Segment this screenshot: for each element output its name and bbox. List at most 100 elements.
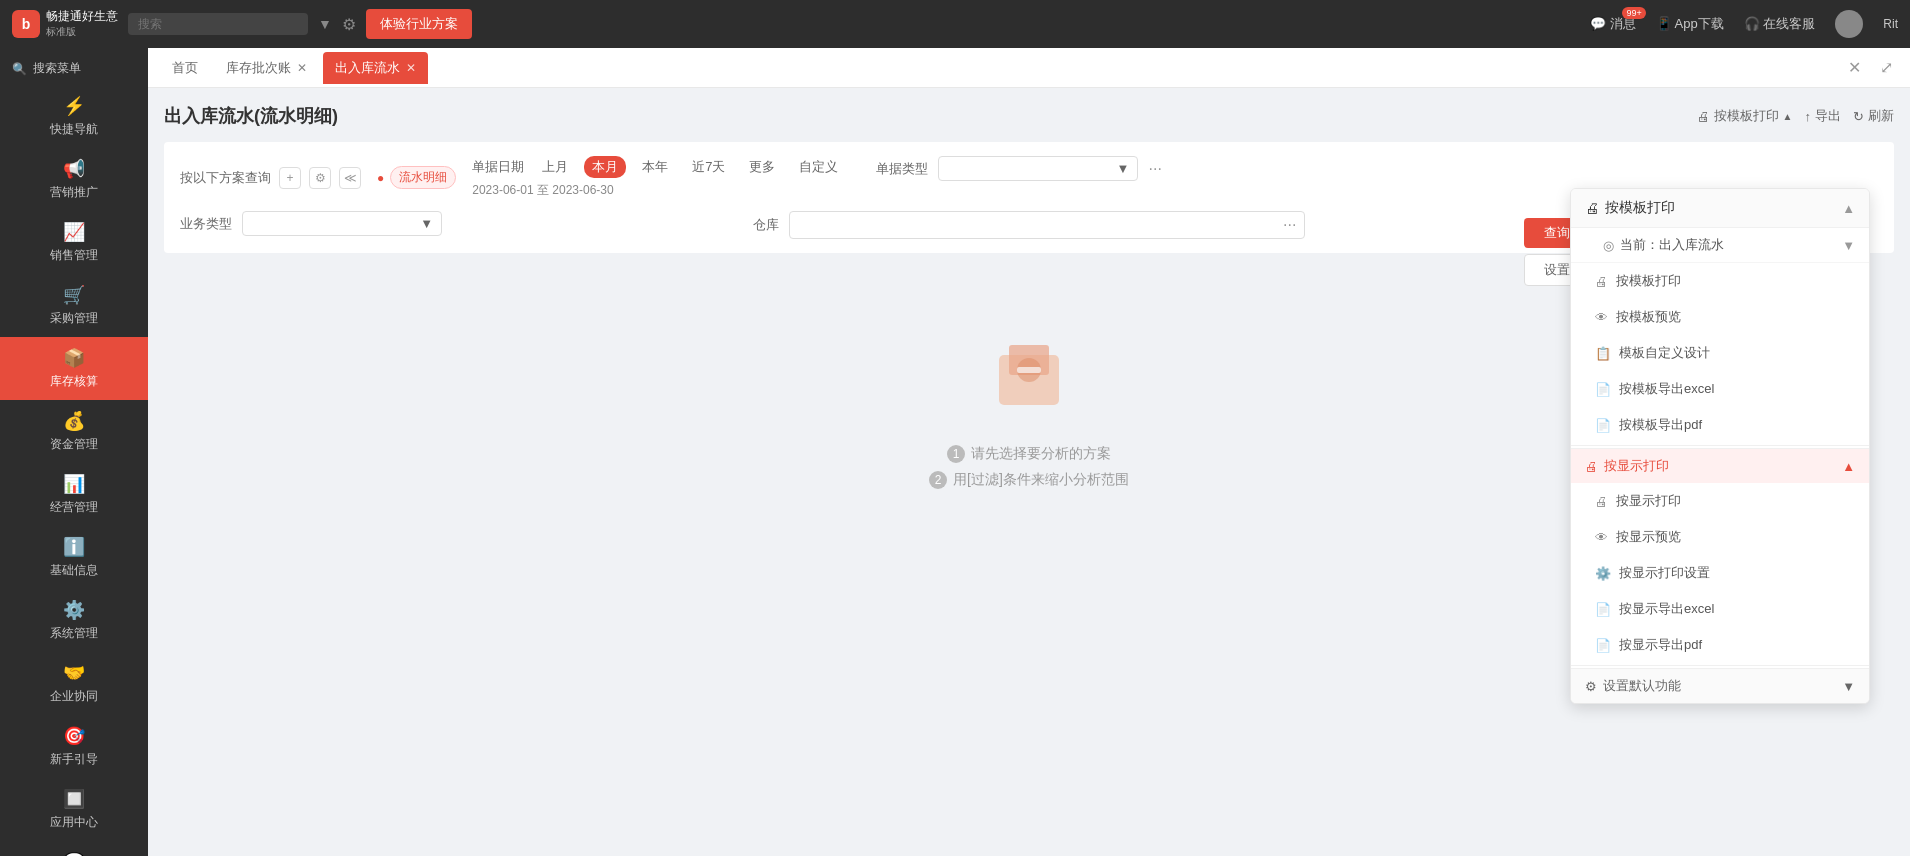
tab-batch-account[interactable]: 库存批次账 ✕ bbox=[214, 52, 319, 84]
warehouse-label: 仓库 bbox=[753, 216, 779, 234]
date-tab-last-7-days[interactable]: 近7天 bbox=[684, 156, 733, 178]
dropdown-display-print-settings[interactable]: ⚙️ 按显示打印设置 bbox=[1571, 555, 1869, 591]
dropdown-template-preview[interactable]: 👁 按模板预览 bbox=[1571, 299, 1869, 335]
message-btn[interactable]: 💬 消息 99+ bbox=[1590, 15, 1636, 33]
tab-inout-flow[interactable]: 出入库流水 ✕ bbox=[323, 52, 428, 84]
avatar[interactable] bbox=[1835, 10, 1863, 38]
sidebar-item-finance[interactable]: 💰 资金管理 bbox=[0, 400, 148, 463]
export-btn[interactable]: ↑ 导出 bbox=[1805, 107, 1842, 125]
marketing-icon: 📢 bbox=[63, 158, 85, 180]
search-type-tag: 流水明细 bbox=[390, 166, 456, 189]
dropdown-display-section-header[interactable]: 🖨 按显示打印 ▲ bbox=[1571, 448, 1869, 483]
search-icon: 🔍 bbox=[12, 62, 27, 76]
export-icon: ↑ bbox=[1805, 109, 1812, 124]
sidebar-item-operations[interactable]: 📊 经营管理 bbox=[0, 463, 148, 526]
sidebar: 🔍 搜索菜单 ⚡ 快捷导航 📢 营销推广 📈 销售管理 🛒 采购管理 📦 库存核… bbox=[0, 48, 148, 856]
window-close-btn[interactable]: ✕ bbox=[1842, 56, 1866, 80]
search-dropdown-icon[interactable]: ▼ bbox=[318, 16, 332, 32]
display-pdf-icon: 📄 bbox=[1595, 638, 1611, 653]
current-indicator-icon: ◎ bbox=[1603, 238, 1614, 253]
page-header: 出入库流水(流水明细) 🖨 按模板打印 ▲ ↑ 导出 ↻ 刷新 bbox=[164, 104, 1894, 128]
sidebar-item-basic-info[interactable]: ℹ️ 基础信息 bbox=[0, 526, 148, 589]
dropdown-template-export-excel[interactable]: 📄 按模板导出excel bbox=[1571, 371, 1869, 407]
date-tab-more[interactable]: 更多 bbox=[741, 156, 783, 178]
dropdown-footer-settings[interactable]: ⚙ 设置默认功能 ▼ bbox=[1571, 668, 1869, 703]
doc-type-label: 单据类型 bbox=[876, 160, 928, 178]
page-header-actions: 🖨 按模板打印 ▲ ↑ 导出 ↻ 刷新 bbox=[1697, 107, 1894, 125]
display-excel-icon: 📄 bbox=[1595, 602, 1611, 617]
print-template-btn[interactable]: 🖨 按模板打印 ▲ bbox=[1697, 107, 1793, 125]
dropdown-title: 🖨 按模板打印 bbox=[1585, 199, 1675, 217]
dropdown-toggle-icon[interactable]: ▲ bbox=[1842, 201, 1855, 216]
top-search-input[interactable] bbox=[128, 13, 308, 35]
logo-area: b 畅捷通好生意 标准版 bbox=[12, 9, 118, 39]
dropdown-template-custom[interactable]: 📋 模板自定义设计 bbox=[1571, 335, 1869, 371]
industry-btn[interactable]: 体验行业方案 bbox=[366, 9, 472, 39]
logo-icon: b bbox=[12, 10, 40, 38]
warehouse-select[interactable]: ··· bbox=[789, 211, 1306, 239]
doc-type-more-btn[interactable]: ··· bbox=[1148, 160, 1161, 178]
sidebar-item-app-center[interactable]: 🔲 应用中心 bbox=[0, 778, 148, 841]
online-service-btn[interactable]: 🎧 在线客服 bbox=[1744, 15, 1816, 33]
sidebar-item-inventory[interactable]: 📦 库存核算 bbox=[0, 337, 148, 400]
dropdown-display-preview[interactable]: 👁 按显示预览 bbox=[1571, 519, 1869, 555]
purchase-icon: 🛒 bbox=[63, 284, 85, 306]
sidebar-item-wechat[interactable]: 💬 企业微信 bbox=[0, 841, 148, 856]
tab-home[interactable]: 首页 bbox=[160, 59, 210, 77]
warehouse-more-btn[interactable]: ··· bbox=[1283, 216, 1296, 234]
tab-inout-flow-close[interactable]: ✕ bbox=[406, 61, 416, 75]
date-tabs: 上月 本月 本年 近7天 更多 自定义 bbox=[534, 156, 846, 178]
doc-type-chevron-icon: ▼ bbox=[1117, 161, 1130, 176]
top-right-area: 💬 消息 99+ 📱 App下载 🎧 在线客服 Rit bbox=[1590, 10, 1898, 38]
refresh-btn[interactable]: ↻ 刷新 bbox=[1853, 107, 1894, 125]
date-label: 单据日期 bbox=[472, 158, 524, 176]
app-center-icon: 🔲 bbox=[63, 788, 85, 810]
sidebar-item-system[interactable]: ⚙️ 系统管理 bbox=[0, 589, 148, 652]
filter-settings-icon[interactable]: ⚙ bbox=[309, 167, 331, 189]
sidebar-item-purchase[interactable]: 🛒 采购管理 bbox=[0, 274, 148, 337]
dropdown-display-export-excel[interactable]: 📄 按显示导出excel bbox=[1571, 591, 1869, 627]
finance-icon: 💰 bbox=[63, 410, 85, 432]
display-print-settings-icon: ⚙️ bbox=[1595, 566, 1611, 581]
tab-batch-account-close[interactable]: ✕ bbox=[297, 61, 307, 75]
dropdown-template-export-pdf[interactable]: 📄 按模板导出pdf bbox=[1571, 407, 1869, 443]
dropdown-template-print[interactable]: 🖨 按模板打印 bbox=[1571, 263, 1869, 299]
sidebar-item-search-menu[interactable]: 🔍 搜索菜单 bbox=[0, 52, 148, 85]
template-print-icon: 🖨 bbox=[1595, 274, 1608, 289]
business-type-label: 业务类型 bbox=[180, 215, 232, 233]
dropdown-display-print[interactable]: 🖨 按显示打印 bbox=[1571, 483, 1869, 519]
settings-icon[interactable]: ⚙ bbox=[342, 15, 356, 34]
footer-chevron-icon: ▼ bbox=[1842, 679, 1855, 694]
app-download-btn[interactable]: 📱 App下载 bbox=[1656, 15, 1724, 33]
date-tab-this-month[interactable]: 本月 bbox=[584, 156, 626, 178]
message-badge: 99+ bbox=[1622, 7, 1645, 19]
empty-hint-2: 2 用[过滤]条件来缩小分析范围 bbox=[929, 471, 1129, 489]
sidebar-item-sales[interactable]: 📈 销售管理 bbox=[0, 211, 148, 274]
date-tab-last-month[interactable]: 上月 bbox=[534, 156, 576, 178]
empty-icon bbox=[979, 325, 1079, 425]
main-layout: 🔍 搜索菜单 ⚡ 快捷导航 📢 营销推广 📈 销售管理 🛒 采购管理 📦 库存核… bbox=[0, 48, 1910, 856]
dropdown-display-export-pdf[interactable]: 📄 按显示导出pdf bbox=[1571, 627, 1869, 663]
sidebar-item-cooperation[interactable]: 🤝 企业协同 bbox=[0, 652, 148, 715]
svg-rect-3 bbox=[1017, 367, 1041, 373]
sidebar-item-quick-nav[interactable]: ⚡ 快捷导航 bbox=[0, 85, 148, 148]
filter-label-group: 按以下方案查询 + ⚙ ≪ bbox=[180, 167, 361, 189]
doc-type-select[interactable]: ▼ bbox=[938, 156, 1138, 181]
business-type-select[interactable]: ▼ bbox=[242, 211, 442, 236]
guide-icon: 🎯 bbox=[63, 725, 85, 747]
filter-collapse-icon[interactable]: ≪ bbox=[339, 167, 361, 189]
dropdown-footer-divider bbox=[1571, 665, 1869, 666]
search-type-tag-group: ● 流水明细 bbox=[377, 166, 456, 189]
sidebar-item-guide[interactable]: 🎯 新手引导 bbox=[0, 715, 148, 778]
empty-hint-1: 1 请先选择要分析的方案 bbox=[947, 445, 1111, 463]
display-section-icon: 🖨 bbox=[1585, 459, 1598, 474]
window-expand-btn[interactable]: ⤢ bbox=[1874, 56, 1898, 80]
template-excel-icon: 📄 bbox=[1595, 382, 1611, 397]
sidebar-item-marketing[interactable]: 📢 营销推广 bbox=[0, 148, 148, 211]
date-tab-custom[interactable]: 自定义 bbox=[791, 156, 846, 178]
date-tab-this-year[interactable]: 本年 bbox=[634, 156, 676, 178]
dropdown-current-section[interactable]: ◎ 当前：出入库流水 ▼ bbox=[1571, 228, 1869, 263]
system-icon: ⚙️ bbox=[63, 599, 85, 621]
filter-add-btn[interactable]: + bbox=[279, 167, 301, 189]
user-name: Rit bbox=[1883, 17, 1898, 31]
